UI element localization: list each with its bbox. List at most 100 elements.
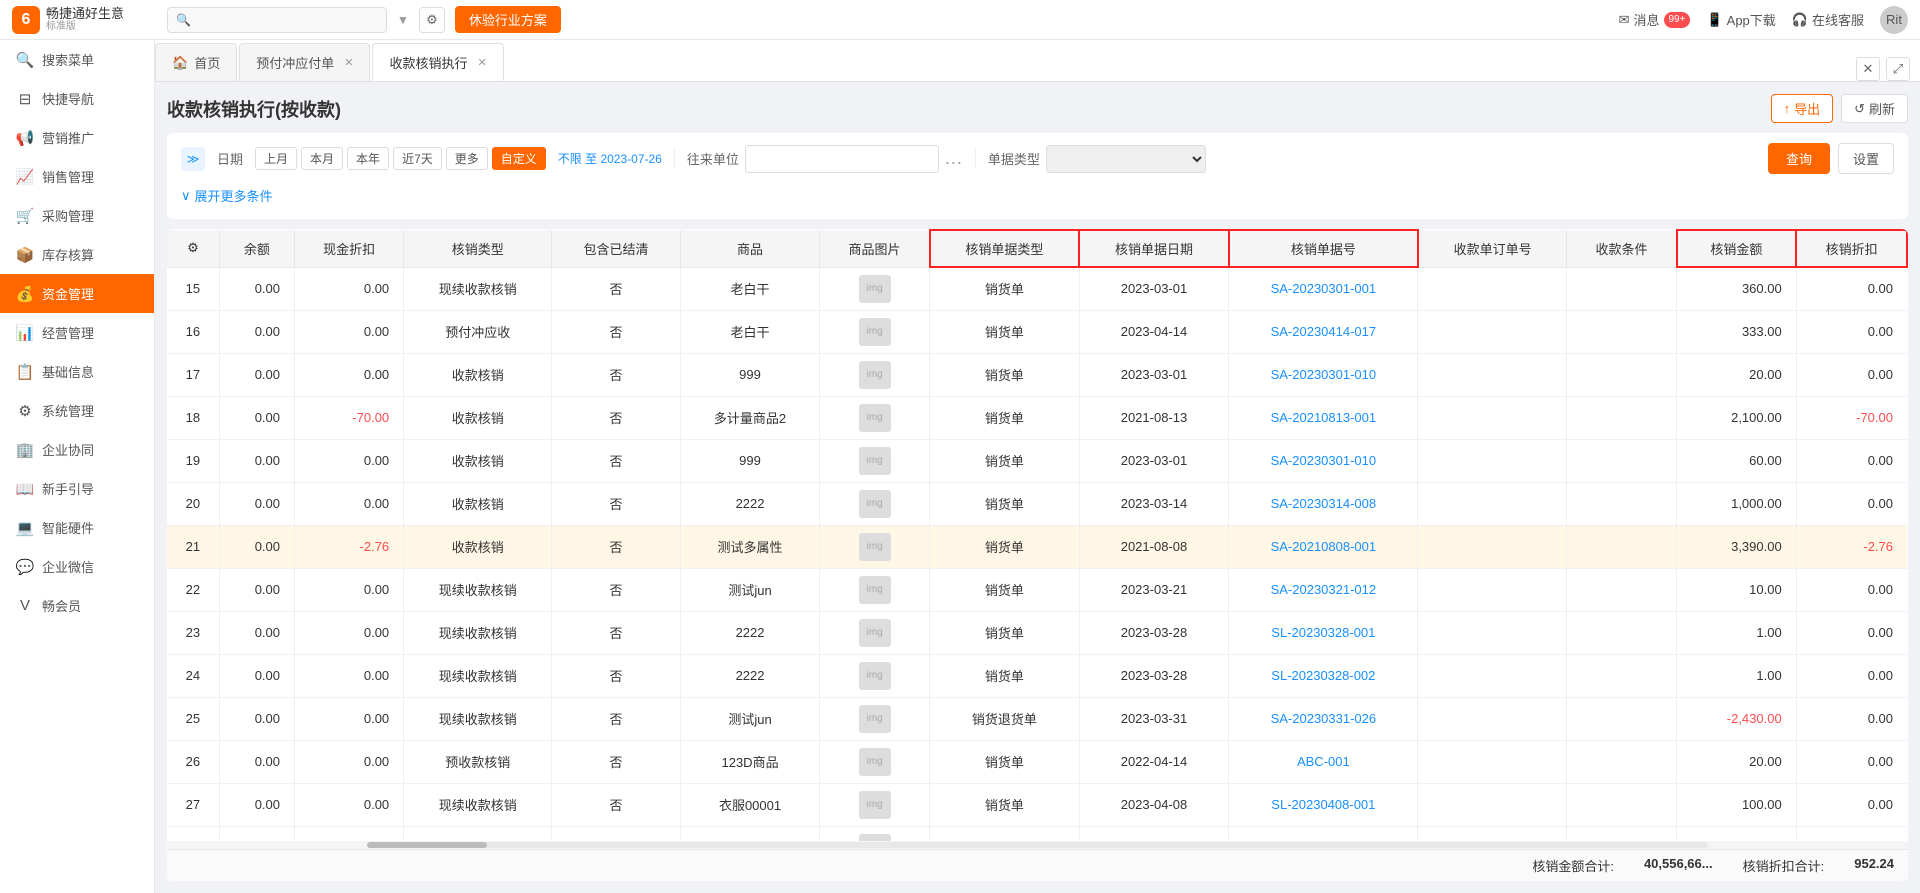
goods-cell: 2222 bbox=[680, 654, 819, 697]
th-gear[interactable]: ⚙ bbox=[167, 230, 219, 267]
goods-cell: 测试jun bbox=[680, 697, 819, 740]
date-btn-custom[interactable]: 自定义 bbox=[492, 147, 546, 170]
query-button[interactable]: 查询 bbox=[1768, 143, 1830, 174]
partner-input[interactable] bbox=[745, 145, 939, 173]
sidebar-item-manage[interactable]: 📊 经营管理 bbox=[0, 313, 154, 352]
voucher-no-cell[interactable]: SA-20230414-017 bbox=[1229, 310, 1418, 353]
filter-collapse-button[interactable]: ≫ bbox=[181, 147, 205, 171]
voucher-no-cell[interactable]: SL-20230328-001 bbox=[1229, 611, 1418, 654]
balance-cell: 0.00 bbox=[219, 482, 294, 525]
voucher-link[interactable]: SA-20230314-008 bbox=[1271, 496, 1377, 511]
voucher-no-cell[interactable]: SA-20230331-026 bbox=[1229, 697, 1418, 740]
horizontal-scrollbar[interactable] bbox=[167, 841, 1908, 849]
tab-close-prepay[interactable]: ✕ bbox=[344, 56, 353, 69]
goods-img-cell: img bbox=[820, 396, 930, 439]
row-id: 23 bbox=[167, 611, 219, 654]
sidebar-item-system[interactable]: ⚙ 系统管理 bbox=[0, 391, 154, 430]
voucher-link[interactable]: SA-20230301-010 bbox=[1271, 453, 1377, 468]
voucher-link[interactable]: SA-20230301-010 bbox=[1271, 367, 1377, 382]
writeoff-amount-cell: 100.00 bbox=[1677, 783, 1797, 826]
voucher-no-cell[interactable]: SA-20230314-008 bbox=[1229, 482, 1418, 525]
goods-cell: 123D商品 bbox=[680, 740, 819, 783]
date-btn-this-month[interactable]: 本月 bbox=[301, 147, 343, 170]
expand-more-button[interactable]: ∨ 展开更多条件 bbox=[181, 182, 1894, 209]
sidebar-item-sales[interactable]: 📈 销售管理 bbox=[0, 157, 154, 196]
sidebar-item-hardware[interactable]: 💻 智能硬件 bbox=[0, 508, 154, 547]
partner-dots[interactable]: ... bbox=[945, 148, 963, 169]
user-profile[interactable]: Rit bbox=[1880, 6, 1908, 34]
date-btn-7days[interactable]: 近7天 bbox=[393, 147, 442, 170]
sidebar-item-inventory[interactable]: 📦 库存核算 bbox=[0, 235, 154, 274]
sidebar-item-marketing[interactable]: 📢 营销推广 bbox=[0, 118, 154, 157]
scrollbar-thumb[interactable] bbox=[367, 842, 487, 848]
top-bar-right: ✉ 消息 99+ 📱 App下载 🎧 在线客服 Rit bbox=[1619, 6, 1908, 34]
dropdown-arrow-icon[interactable]: ▼ bbox=[397, 13, 409, 27]
sidebar-item-basic[interactable]: 📋 基础信息 bbox=[0, 352, 154, 391]
voucher-no-cell[interactable]: SL-20230408-001 bbox=[1229, 783, 1418, 826]
voucher-no-cell[interactable]: SA-20210808-001 bbox=[1229, 525, 1418, 568]
voucher-no-cell[interactable]: SA-20230301-010 bbox=[1229, 439, 1418, 482]
voucher-no-cell[interactable]: ABC-001 bbox=[1229, 740, 1418, 783]
service-icon: 🎧 bbox=[1792, 12, 1808, 28]
voucher-no-cell[interactable]: SA-20230321-012 bbox=[1229, 568, 1418, 611]
voucher-date-cell: 2023-04-14 bbox=[1079, 310, 1229, 353]
sidebar-item-purchase[interactable]: 🛒 采购管理 bbox=[0, 196, 154, 235]
voucher-link[interactable]: SA-20210808-001 bbox=[1271, 539, 1377, 554]
voucher-link[interactable]: SA-20230414-017 bbox=[1271, 324, 1377, 339]
single-type-select[interactable] bbox=[1046, 145, 1206, 173]
goods-cell: 衣服00001 bbox=[680, 783, 819, 826]
voucher-no-cell[interactable]: SA-20230301-001 bbox=[1229, 267, 1418, 310]
brand-text: 畅捷通好生意 标准版 bbox=[46, 6, 124, 34]
table-wrapper[interactable]: ⚙ 余额 现金折扣 核销类型 包含已结清 商品 商品图片 核销单据类型 核销单据… bbox=[167, 229, 1908, 841]
writeoff-discount-cell: -70.00 bbox=[1796, 396, 1907, 439]
row-id: 25 bbox=[167, 697, 219, 740]
message-button[interactable]: ✉ 消息 99+ bbox=[1619, 10, 1691, 29]
voucher-link[interactable]: SL-20230328-002 bbox=[1271, 668, 1375, 683]
tab-close-receipts[interactable]: ✕ bbox=[477, 56, 486, 69]
voucher-no-cell[interactable]: SA-20210813-001 bbox=[1229, 396, 1418, 439]
export-button[interactable]: ↑ 导出 bbox=[1771, 94, 1834, 123]
refresh-button[interactable]: ↺ 刷新 bbox=[1841, 94, 1908, 123]
message-badge: 99+ bbox=[1664, 12, 1691, 28]
row-id: 18 bbox=[167, 396, 219, 439]
voucher-link[interactable]: SA-20230301-001 bbox=[1271, 281, 1377, 296]
voucher-link[interactable]: SL-20230408-001 bbox=[1271, 797, 1375, 812]
date-btn-more[interactable]: 更多 bbox=[446, 147, 488, 170]
tab-bar: 🏠 首页 预付冲应付单 ✕ 收款核销执行 ✕ ✕ ⤢ bbox=[155, 40, 1920, 82]
tab-close-all-button[interactable]: ✕ bbox=[1856, 57, 1880, 81]
industry-solution-button[interactable]: 休验行业方案 bbox=[455, 6, 561, 33]
settings-gear-button[interactable]: ⚙ bbox=[419, 7, 445, 33]
th-balance: 余额 bbox=[219, 230, 294, 267]
date-btn-this-year[interactable]: 本年 bbox=[347, 147, 389, 170]
content-area: 🏠 首页 预付冲应付单 ✕ 收款核销执行 ✕ ✕ ⤢ 收款核销执行(按收款) bbox=[155, 40, 1920, 893]
voucher-link[interactable]: ABC-001 bbox=[1297, 754, 1350, 769]
sidebar-item-guide[interactable]: 📖 新手引导 bbox=[0, 469, 154, 508]
voucher-type-cell: 销货退货单 bbox=[930, 697, 1080, 740]
voucher-link[interactable]: SA-20210813-001 bbox=[1271, 410, 1377, 425]
voucher-no-cell[interactable]: SA-20230301-010 bbox=[1229, 353, 1418, 396]
receipt-order-cell bbox=[1418, 611, 1567, 654]
date-btn-last-month[interactable]: 上月 bbox=[255, 147, 297, 170]
th-receipt-cond: 收款条件 bbox=[1567, 230, 1677, 267]
voucher-link[interactable]: SL-20230328-001 bbox=[1271, 625, 1375, 640]
app-download-button[interactable]: 📱 App下载 bbox=[1706, 10, 1775, 29]
sidebar-item-quick-nav[interactable]: ⊟ 快捷导航 bbox=[0, 79, 154, 118]
included-settled-cell: 否 bbox=[552, 310, 681, 353]
sidebar-item-wechat[interactable]: 💬 企业微信 bbox=[0, 547, 154, 586]
voucher-no-cell[interactable]: SL-20230328-002 bbox=[1229, 654, 1418, 697]
search-box[interactable]: 🔍 bbox=[167, 7, 387, 33]
date-buttons: 上月 本月 本年 近7天 更多 自定义 bbox=[255, 147, 546, 170]
tab-expand-button[interactable]: ⤢ bbox=[1886, 57, 1910, 81]
tab-receipts[interactable]: 收款核销执行 ✕ bbox=[372, 43, 503, 81]
sidebar-item-member[interactable]: V 畅会员 bbox=[0, 586, 154, 625]
tab-prepay[interactable]: 预付冲应付单 ✕ bbox=[239, 43, 370, 81]
voucher-no-cell[interactable]: SL-20230418-001 bbox=[1229, 826, 1418, 841]
tab-home[interactable]: 🏠 首页 bbox=[155, 43, 237, 81]
online-service-button[interactable]: 🎧 在线客服 bbox=[1792, 10, 1864, 29]
voucher-link[interactable]: SA-20230321-012 bbox=[1271, 582, 1377, 597]
sidebar-item-finance[interactable]: 💰 资金管理 bbox=[0, 274, 154, 313]
sidebar-item-search[interactable]: 🔍 搜索菜单 bbox=[0, 40, 154, 79]
sidebar-item-corp[interactable]: 🏢 企业协同 bbox=[0, 430, 154, 469]
voucher-link[interactable]: SA-20230331-026 bbox=[1271, 711, 1377, 726]
filter-settings-button[interactable]: 设置 bbox=[1838, 143, 1894, 174]
